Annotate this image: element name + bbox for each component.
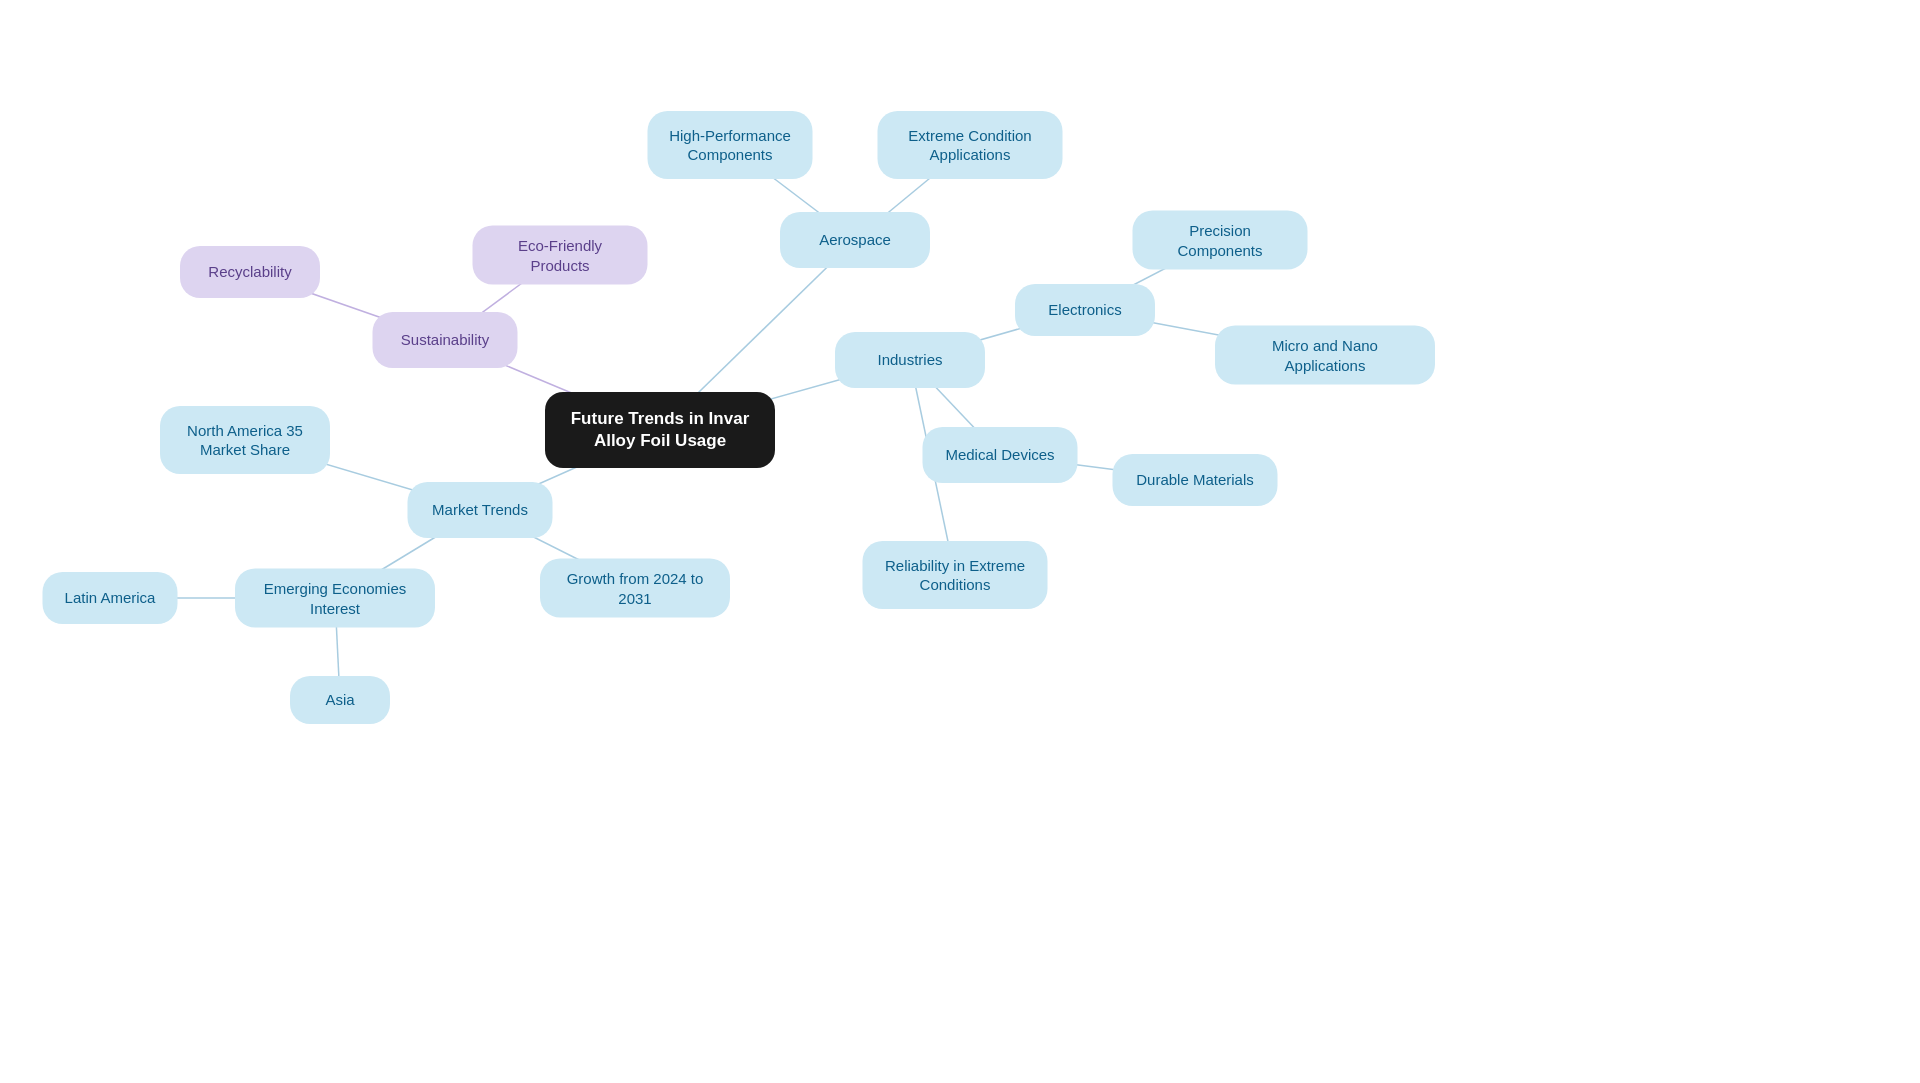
node-high_performance: High-Performance Components	[648, 111, 813, 179]
node-medical_devices: Medical Devices	[923, 427, 1078, 483]
node-precision_components: Precision Components	[1133, 211, 1308, 270]
node-north_america: North America 35 Market Share	[160, 406, 330, 474]
node-latin_america: Latin America	[43, 572, 178, 624]
node-center: Future Trends in Invar Alloy Foil Usage	[545, 392, 775, 468]
node-sustainability: Sustainability	[373, 312, 518, 368]
node-emerging: Emerging Economies Interest	[235, 569, 435, 628]
node-asia: Asia	[290, 676, 390, 724]
node-eco_friendly: Eco-Friendly Products	[473, 226, 648, 285]
node-growth: Growth from 2024 to 2031	[540, 559, 730, 618]
node-extreme_condition_apps: Extreme Condition Applications	[878, 111, 1063, 179]
node-durable_materials: Durable Materials	[1113, 454, 1278, 506]
node-market_trends: Market Trends	[408, 482, 553, 538]
node-aerospace: Aerospace	[780, 212, 930, 268]
node-reliability: Reliability in Extreme Conditions	[863, 541, 1048, 609]
node-industries: Industries	[835, 332, 985, 388]
node-micro_nano: Micro and Nano Applications	[1215, 326, 1435, 385]
node-electronics: Electronics	[1015, 284, 1155, 336]
node-recyclability: Recyclability	[180, 246, 320, 298]
